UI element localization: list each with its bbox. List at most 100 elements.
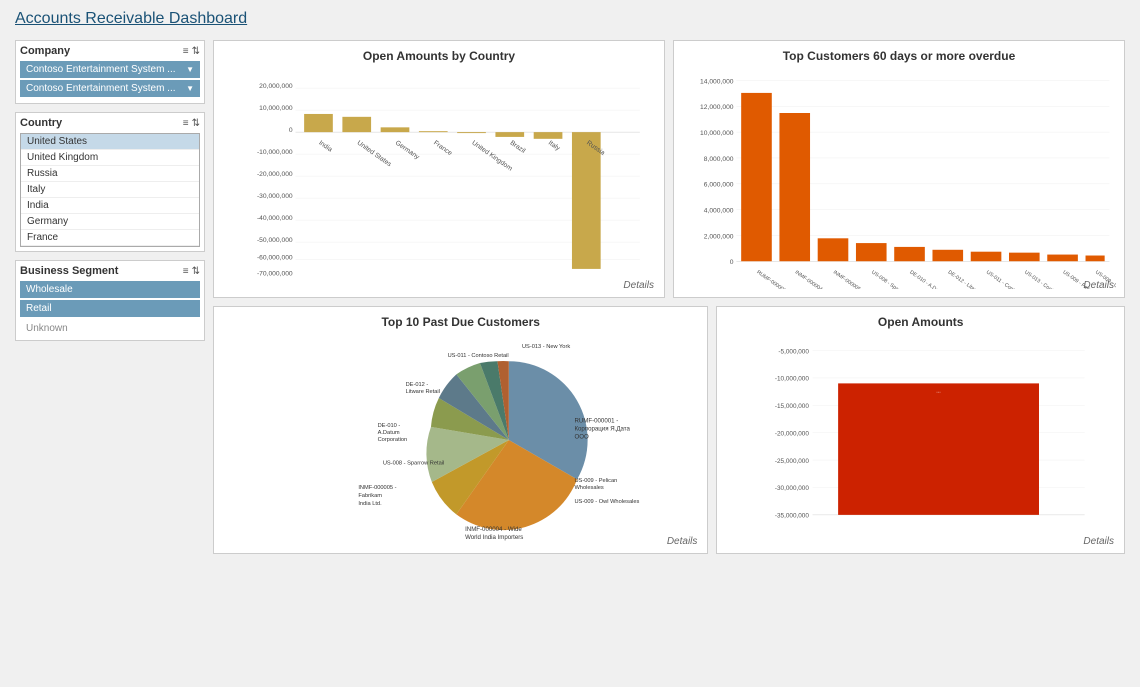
business-item-wholesale[interactable]: Wholesale	[20, 281, 200, 298]
chevron-icon-1: ▼	[186, 65, 194, 74]
bar-fr	[419, 131, 448, 132]
pie-label-rumf-2: Корпорация Я.Дата	[574, 425, 630, 432]
past-due-title: Top 10 Past Due Customers	[222, 315, 699, 329]
svg-text:0: 0	[730, 259, 734, 266]
svg-text:2,000,000: 2,000,000	[704, 233, 734, 240]
company-filter-item-2[interactable]: Contoso Entertainment System ... ▼	[20, 80, 200, 97]
country-filter-list: United States United Kingdom Russia Ital…	[20, 133, 200, 247]
pie-label-de010-2: A.Datum	[378, 430, 400, 436]
svg-text:-5,000,000: -5,000,000	[779, 348, 810, 355]
open-amounts-country-details[interactable]: Details	[623, 280, 654, 291]
open-amounts-country-panel: Open Amounts by Country 20,000,000 10,00…	[213, 40, 665, 298]
country-item-it[interactable]: Italy	[21, 182, 199, 198]
sidebar: Company ≡ ⇅ Contoso Entertainment System…	[15, 40, 205, 554]
svg-text:Brazil: Brazil	[509, 140, 527, 156]
svg-text:United Kingdom: United Kingdom	[470, 140, 513, 173]
pie-label-de012-2: Litware Retail	[406, 389, 440, 395]
svg-text:Italy: Italy	[547, 140, 562, 153]
bar-customer-8	[1009, 253, 1040, 262]
company-filter-item-1[interactable]: Contoso Entertainment System ... ▼	[20, 61, 200, 78]
bottom-charts-row: Top 10 Past Due Customers	[213, 306, 1125, 554]
svg-text:-50,000,000: -50,000,000	[257, 237, 293, 244]
svg-text:-30,000,000: -30,000,000	[257, 193, 293, 200]
svg-text:France: France	[432, 140, 453, 158]
pie-label-inmf5-3: India Ltd.	[358, 501, 382, 507]
svg-text:Germany: Germany	[394, 140, 421, 162]
pie-label-inmf4-2: World India Importers	[465, 534, 523, 541]
pie-label-de010-3: Corporation	[378, 437, 408, 443]
svg-text:-30,000,000: -30,000,000	[775, 485, 809, 492]
sort-icon-biz[interactable]: ⇅	[192, 266, 200, 277]
open-amounts-bar-panel: Open Amounts -5,000,000 -10,000,000 -15,…	[716, 306, 1125, 554]
svg-text:10,000,000: 10,000,000	[259, 105, 293, 112]
country-item-in[interactable]: India	[21, 198, 199, 214]
sort-icon-country[interactable]: ⇅	[192, 118, 200, 129]
pie-label-de012: DE-012 -	[406, 382, 429, 388]
country-item-us[interactable]: United States	[21, 134, 199, 150]
open-amounts-country-chart: 20,000,000 10,000,000 0 -10,000,000 -20,…	[222, 69, 656, 289]
business-segment-header: Business Segment ≡ ⇅	[20, 265, 200, 277]
filter-icon-country[interactable]: ≡	[183, 118, 189, 129]
bar-customer-5	[894, 247, 925, 261]
top-customers-details[interactable]: Details	[1083, 280, 1114, 291]
country-filter-icons: ≡ ⇅	[183, 118, 200, 129]
country-filter-panel: Country ≡ ⇅ United States United Kingdom…	[15, 112, 205, 252]
filter-icon-biz[interactable]: ≡	[183, 266, 189, 277]
svg-text:-20,000,000: -20,000,000	[775, 430, 809, 437]
pie-label-inmf4: INMF-000004 - Wide	[465, 526, 522, 533]
svg-text:-25,000,000: -25,000,000	[775, 458, 809, 465]
bar-de	[381, 127, 410, 132]
country-item-ru[interactable]: Russia	[21, 166, 199, 182]
business-item-retail[interactable]: Retail	[20, 300, 200, 317]
pie-label-de010: DE-010 -	[378, 423, 401, 429]
main-layout: Company ≡ ⇅ Contoso Entertainment System…	[15, 40, 1125, 554]
pie-chart-container: US-012 - Contoso Retail US-013 - US-009 …	[222, 335, 699, 545]
svg-text:14,000,000: 14,000,000	[700, 78, 734, 85]
company-filter-label: Company	[20, 45, 70, 57]
wholesale-label: Wholesale	[26, 284, 73, 295]
country-filter-header: Country ≡ ⇅	[20, 117, 200, 129]
top-customers-title: Top Customers 60 days or more overdue	[682, 49, 1116, 63]
sort-icon[interactable]: ⇅	[192, 46, 200, 57]
svg-text:-10,000,000: -10,000,000	[257, 149, 293, 156]
company-filter-icons: ≡ ⇅	[183, 46, 200, 57]
svg-text:-10,000,000: -10,000,000	[775, 376, 809, 383]
open-amounts-bar-details[interactable]: Details	[1083, 536, 1114, 547]
page-container: Accounts Receivable Dashboard Company ≡ …	[0, 0, 1140, 564]
bar-customer-4	[856, 243, 887, 261]
bar-customer-9	[1047, 255, 1078, 262]
svg-text:6,000,000: 6,000,000	[704, 182, 734, 189]
past-due-panel: Top 10 Past Due Customers	[213, 306, 708, 554]
svg-text:20,000,000: 20,000,000	[259, 83, 293, 90]
company-item-label-2: Contoso Entertainment System ...	[26, 83, 176, 94]
bar-customer-2	[779, 113, 810, 261]
company-filter-panel: Company ≡ ⇅ Contoso Entertainment System…	[15, 40, 205, 104]
chevron-icon-2: ▼	[186, 84, 194, 93]
bar-customer-10	[1086, 256, 1105, 262]
svg-text:-40,000,000: -40,000,000	[257, 215, 293, 222]
unknown-item: Unknown	[20, 321, 200, 336]
bar-customer-6	[932, 250, 963, 261]
past-due-details[interactable]: Details	[667, 536, 698, 547]
country-item-uk[interactable]: United Kingdom	[21, 150, 199, 166]
bar-br	[495, 132, 524, 137]
country-item-fr[interactable]: France	[21, 230, 199, 246]
svg-text:10,000,000: 10,000,000	[700, 130, 734, 137]
bar-uk	[457, 132, 486, 133]
company-item-label-1: Contoso Entertainment System ...	[26, 64, 176, 75]
bar-us	[342, 117, 371, 132]
business-segment-icons: ≡ ⇅	[183, 266, 200, 277]
filter-icon[interactable]: ≡	[183, 46, 189, 57]
pie-svg: US-012 - Contoso Retail US-013 - US-009 …	[222, 335, 699, 545]
bar-india	[304, 114, 333, 132]
top-charts-row: Open Amounts by Country 20,000,000 10,00…	[213, 40, 1125, 298]
svg-text:-60,000,000: -60,000,000	[257, 254, 293, 261]
svg-text:-20,000,000: -20,000,000	[257, 171, 293, 178]
pie-label-us013-top: US-013 - New York	[522, 344, 570, 350]
pie-label-us008: US-008 - Sparrow Retail	[383, 461, 444, 467]
svg-text:12,000,000: 12,000,000	[700, 104, 734, 111]
svg-text:0: 0	[289, 127, 293, 134]
country-item-de[interactable]: Germany	[21, 214, 199, 230]
pie-label-inmf5-2: Fabrikam	[358, 493, 382, 499]
bar-customer-3	[818, 238, 849, 261]
